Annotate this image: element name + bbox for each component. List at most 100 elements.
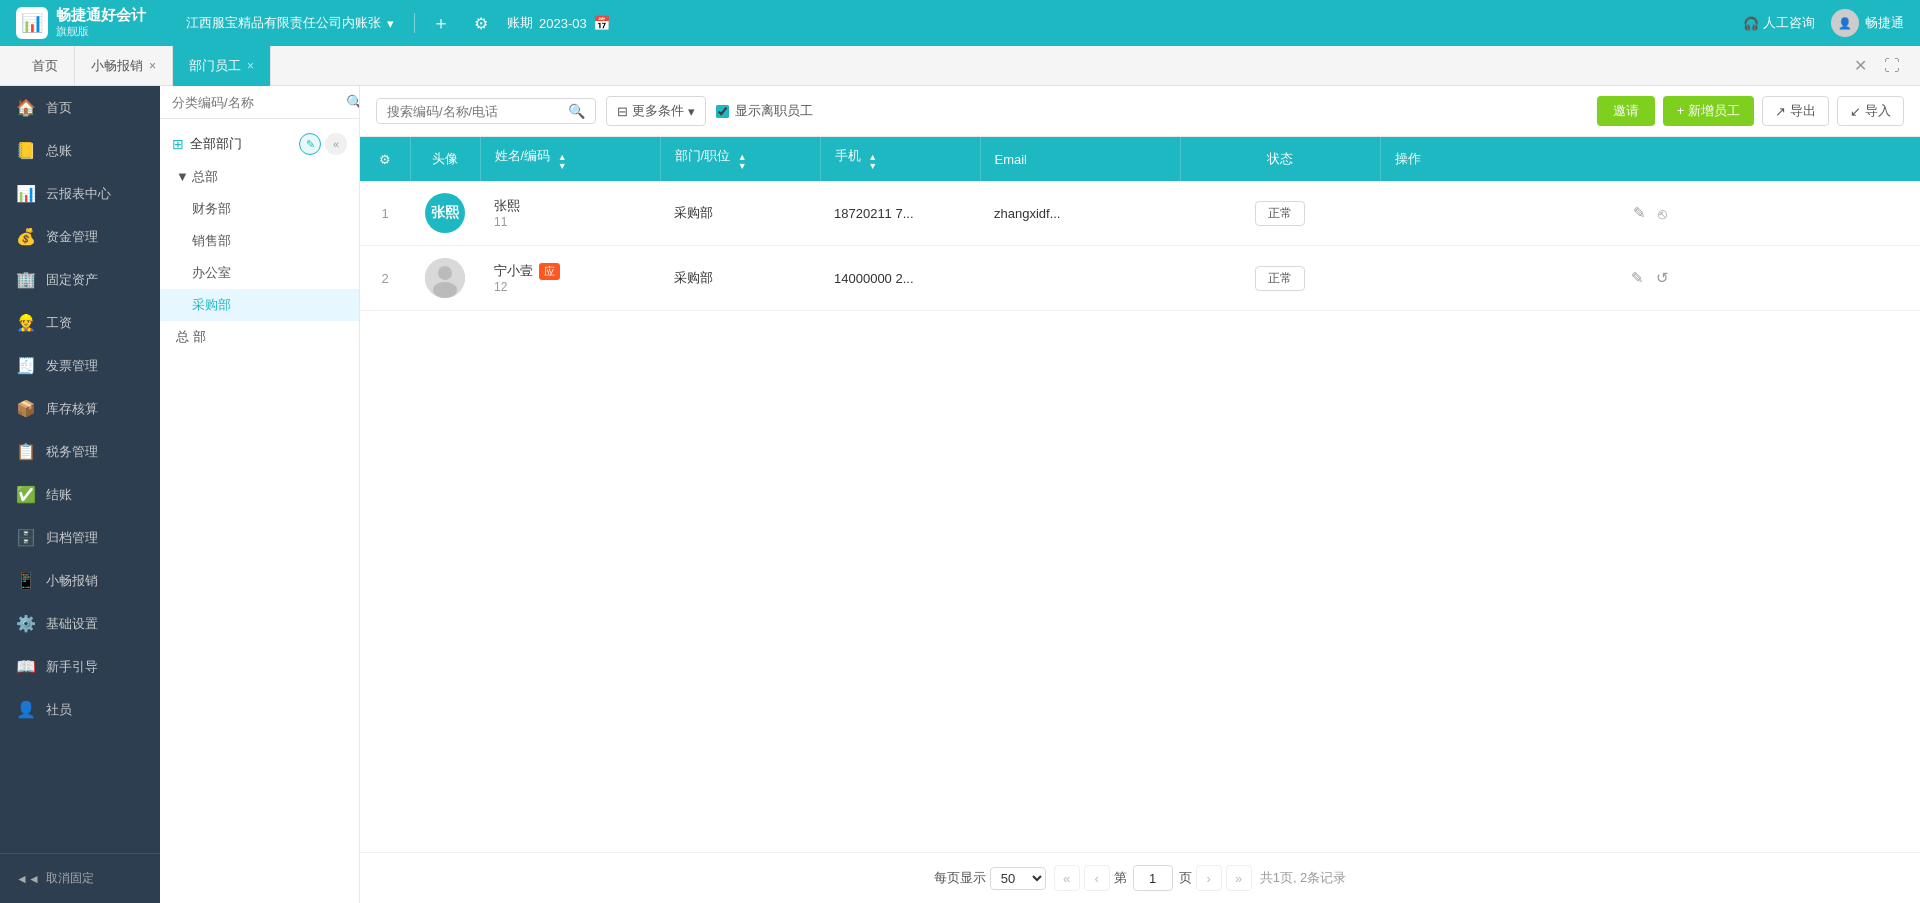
service-button[interactable]: 🎧 人工咨询 [1743, 14, 1815, 32]
row-email-1: zhangxidf... [980, 181, 1180, 246]
dept-purchase-label: 采购部 [192, 297, 231, 312]
settings-button[interactable]: ⚙ [467, 9, 495, 37]
dept-finance[interactable]: 财务部 [160, 193, 359, 225]
employee-panel: 🔍 ⊟ 更多条件 ▾ 显示离职员工 邀请 + 新增员工 [360, 86, 1920, 903]
exit-button-1[interactable]: ⎋ [1658, 205, 1667, 222]
sidebar-item-ledger[interactable]: 📒 总账 [0, 129, 160, 172]
head-office-label: 总部 [192, 169, 218, 184]
sidebar-item-inventory[interactable]: 📦 库存核算 [0, 387, 160, 430]
filter-button[interactable]: ⊟ 更多条件 ▾ [606, 96, 706, 126]
report-icon: 📊 [16, 184, 36, 203]
emp-code-1: 11 [494, 215, 646, 229]
row-status-2: 正常 [1180, 246, 1380, 311]
close-icon: ✅ [16, 485, 36, 504]
action-btns-1: ✎ ⎋ [1394, 204, 1906, 222]
sidebar-item-report[interactable]: 📊 云报表中心 [0, 172, 160, 215]
import-button[interactable]: ↙ 导入 [1837, 96, 1904, 126]
sidebar-item-asset[interactable]: 🏢 固定资产 [0, 258, 160, 301]
th-phone[interactable]: 手机 ▲▼ [820, 137, 980, 181]
tab-expense[interactable]: 小畅报销 × [75, 46, 173, 86]
export-button[interactable]: ↗ 导出 [1762, 96, 1829, 126]
row-name-2: 宁小壹 应 12 [480, 246, 660, 311]
row-actions-1: ✎ ⎋ [1380, 181, 1920, 246]
edit-button-2[interactable]: ✎ [1631, 269, 1644, 287]
sidebar-item-salary[interactable]: 👷 工资 [0, 301, 160, 344]
dept-office[interactable]: 办公室 [160, 257, 359, 289]
dept-search-input[interactable] [172, 95, 340, 110]
dept-office-label: 办公室 [192, 265, 231, 280]
sidebar-item-invoice[interactable]: 🧾 发票管理 [0, 344, 160, 387]
refresh-button-2[interactable]: ↺ [1656, 269, 1669, 287]
table-row: 2 [360, 246, 1920, 311]
emp-name-1: 张熙 [494, 197, 646, 215]
sidebar-item-settings[interactable]: ⚙️ 基础设置 [0, 602, 160, 645]
emp-tag-2: 应 [539, 263, 560, 280]
show-resigned-checkbox[interactable] [716, 105, 729, 118]
dept-head-office[interactable]: ▼ 总部 [160, 161, 359, 193]
emp-code-2: 12 [494, 280, 646, 294]
add-employee-button[interactable]: + 新增员工 [1663, 96, 1754, 126]
cancel-fixed-button[interactable]: ◄◄ 取消固定 [16, 864, 144, 893]
export-label: 导出 [1790, 102, 1816, 120]
tab-dept-close[interactable]: × [247, 59, 254, 73]
expense-icon: 📱 [16, 571, 36, 590]
sidebar-member-label: 社员 [46, 701, 72, 719]
sidebar-item-tax[interactable]: 📋 税务管理 [0, 430, 160, 473]
page-number-input[interactable] [1133, 865, 1173, 891]
per-page-dropdown[interactable]: 50 10 20 100 [990, 867, 1046, 890]
th-email: Email [980, 137, 1180, 181]
tab-home[interactable]: 首页 [16, 46, 75, 86]
sidebar-item-expense[interactable]: 📱 小畅报销 [0, 559, 160, 602]
th-dept[interactable]: 部门/职位 ▲▼ [660, 137, 820, 181]
sidebar-tax-label: 税务管理 [46, 443, 98, 461]
sidebar-item-guide[interactable]: 📖 新手引导 [0, 645, 160, 688]
sidebar-salary-label: 工资 [46, 314, 72, 332]
last-page-button[interactable]: » [1226, 865, 1252, 891]
settings-icon: ⚙️ [16, 614, 36, 633]
first-page-button[interactable]: « [1054, 865, 1080, 891]
default-avatar-svg [425, 258, 465, 298]
search-icon[interactable]: 🔍 [568, 103, 585, 119]
add-tab-button[interactable]: ＋ [427, 9, 455, 37]
company-selector[interactable]: 江西服宝精品有限责任公司内账张 ▾ [178, 10, 402, 36]
service-label: 人工咨询 [1763, 14, 1815, 32]
search-input[interactable] [387, 104, 562, 119]
headset-icon: 🎧 [1743, 16, 1759, 31]
sidebar-item-home[interactable]: 🏠 首页 [0, 86, 160, 129]
user-area[interactable]: 👤 畅捷通 [1831, 9, 1904, 37]
tab-dept-employee[interactable]: 部门员工 × [173, 46, 271, 86]
next-page-button[interactable]: › [1196, 865, 1222, 891]
close-window-button[interactable]: ✕ [1848, 54, 1872, 78]
name-code-2: 宁小壹 应 12 [494, 262, 646, 294]
top-right: 🎧 人工咨询 👤 畅捷通 [1743, 9, 1904, 37]
dept-edit-button[interactable]: ✎ [299, 133, 321, 155]
tax-icon: 📋 [16, 442, 36, 461]
sidebar-settings-label: 基础设置 [46, 615, 98, 633]
sidebar-item-fund[interactable]: 💰 资金管理 [0, 215, 160, 258]
sidebar-item-close[interactable]: ✅ 结账 [0, 473, 160, 516]
maximize-window-button[interactable]: ⛶ [1880, 54, 1904, 78]
sidebar-item-member[interactable]: 👤 社员 [0, 688, 160, 731]
dept-general[interactable]: 总 部 [160, 321, 359, 353]
dropdown-icon: ▾ [387, 16, 394, 31]
invoice-icon: 🧾 [16, 356, 36, 375]
arrow-down-icon: ▼ [176, 169, 192, 184]
dept-collapse-button[interactable]: « [325, 133, 347, 155]
row-dept-2: 采购部 [660, 246, 820, 311]
prev-page-button[interactable]: ‹ [1084, 865, 1110, 891]
sidebar-item-archive[interactable]: 🗄️ 归档管理 [0, 516, 160, 559]
chevron-down-icon: ▾ [688, 104, 695, 119]
svg-point-1 [438, 266, 452, 280]
invite-button[interactable]: 邀请 [1597, 96, 1655, 126]
sidebar-ledger-label: 总账 [46, 142, 72, 160]
home-icon: 🏠 [16, 98, 36, 117]
dept-sales[interactable]: 销售部 [160, 225, 359, 257]
dept-search-icon[interactable]: 🔍 [346, 94, 360, 110]
all-dept-header[interactable]: ⊞ 全部部门 ✎ « [160, 127, 359, 161]
calendar-icon[interactable]: 📅 [593, 15, 610, 31]
th-name[interactable]: 姓名/编码 ▲▼ [480, 137, 660, 181]
tab-expense-close[interactable]: × [149, 59, 156, 73]
th-settings[interactable]: ⚙ [360, 137, 410, 181]
dept-purchase[interactable]: 采购部 [160, 289, 359, 321]
edit-button-1[interactable]: ✎ [1633, 204, 1646, 222]
